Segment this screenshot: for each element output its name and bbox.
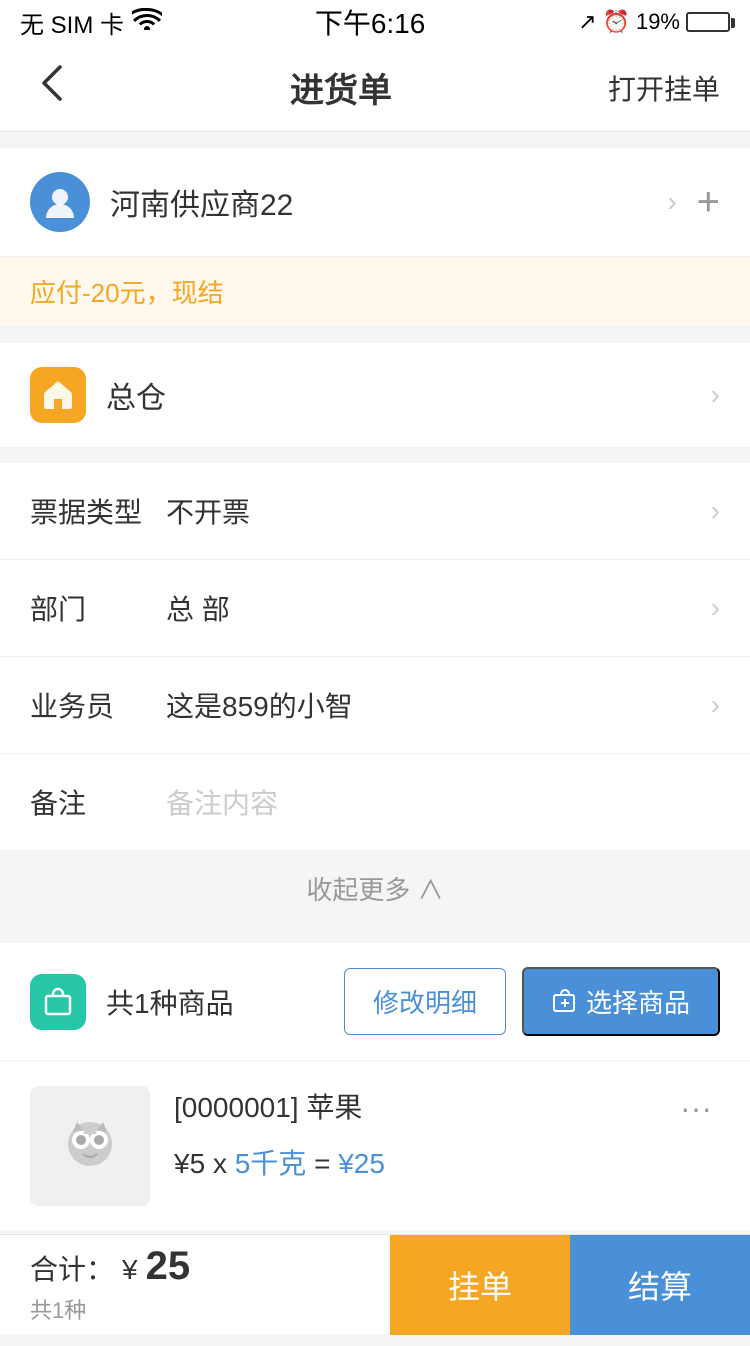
footer-bar: 合计： ¥ 25 共1种 挂单 结算 [0, 1234, 750, 1334]
product-quantity: 5千克 [235, 1148, 307, 1179]
collapse-label: 收起更多 ∧ [306, 875, 443, 905]
warehouse-name: 总仓 [106, 373, 711, 417]
battery-text: 19% [636, 9, 680, 35]
back-button[interactable] [30, 53, 74, 122]
collapse-bar[interactable]: 收起更多 ∧ [0, 850, 750, 927]
product-menu-button[interactable]: ··· [672, 1086, 720, 1131]
warehouse-section: 总仓 › [0, 343, 750, 447]
department-row[interactable]: 部门 总 部 › [0, 560, 750, 657]
total-label-row: 合计： ¥ 25 [30, 1244, 360, 1289]
status-time: 下午6:16 [315, 2, 426, 42]
remark-input[interactable]: 备注内容 [166, 782, 720, 822]
status-carrier: 无 SIM 卡 [20, 5, 162, 40]
select-product-button[interactable]: 选择商品 [522, 967, 720, 1036]
salesman-row[interactable]: 业务员 这是859的小智 › [0, 657, 750, 754]
footer-total: 合计： ¥ 25 共1种 [0, 1244, 390, 1325]
supplier-section: 河南供应商22 › + 应付-20元，现结 [0, 148, 750, 327]
warehouse-chevron-icon: › [711, 379, 720, 411]
carrier-text: 无 SIM 卡 [20, 5, 124, 40]
invoice-label: 票据类型 [30, 491, 150, 531]
add-supplier-button[interactable]: + [697, 180, 720, 225]
department-value: 总 部 [166, 588, 711, 628]
supplier-row[interactable]: 河南供应商22 › + [0, 148, 750, 257]
product-name: [0000001] 苹果 [174, 1086, 672, 1126]
department-label: 部门 [30, 588, 150, 628]
product-total: ¥25 [338, 1148, 385, 1179]
nav-bar: 进货单 打开挂单 [0, 44, 750, 132]
supplier-name: 河南供应商22 [110, 180, 667, 224]
hang-button[interactable]: 挂单 [390, 1235, 570, 1335]
location-icon: ↗ [578, 9, 596, 35]
total-currency: ¥ [122, 1254, 138, 1286]
product-multiply: x [213, 1148, 235, 1179]
wifi-icon [132, 8, 162, 37]
supplier-avatar [30, 172, 90, 232]
invoice-row[interactable]: 票据类型 不开票 › [0, 463, 750, 560]
product-thumb-icon [55, 1106, 125, 1187]
product-item: [0000001] 苹果 ¥5 x 5千克 = ¥25 ··· [0, 1062, 750, 1230]
total-text: 合计： [30, 1248, 114, 1288]
total-sub: 共1种 [30, 1293, 360, 1325]
open-pending-button[interactable]: 打开挂单 [608, 68, 720, 108]
invoice-value: 不开票 [166, 491, 711, 531]
modify-detail-button[interactable]: 修改明细 [344, 968, 506, 1035]
checkout-button[interactable]: 结算 [570, 1235, 750, 1335]
product-price-row: ¥5 x 5千克 = ¥25 [174, 1142, 672, 1182]
supplier-chevron-icon: › [667, 186, 676, 218]
status-icons: ↗ ⏰ 19% [578, 9, 730, 35]
warehouse-row[interactable]: 总仓 › [0, 343, 750, 447]
product-info: [0000001] 苹果 ¥5 x 5千克 = ¥25 [174, 1086, 672, 1182]
products-header: 共1种商品 修改明细 选择商品 [0, 943, 750, 1060]
salesman-label: 业务员 [30, 685, 150, 725]
alarm-icon: ⏰ [603, 9, 630, 35]
product-equals: = [314, 1148, 338, 1179]
remark-row[interactable]: 备注 备注内容 [0, 754, 750, 850]
select-product-label: 选择商品 [586, 983, 690, 1020]
battery-icon [686, 12, 730, 32]
invoice-chevron-icon: › [711, 495, 720, 527]
total-amount: 25 [146, 1244, 191, 1289]
products-count: 共1种商品 [106, 982, 344, 1022]
product-title: 苹果 [306, 1092, 362, 1123]
form-section: 票据类型 不开票 › 部门 总 部 › 业务员 这是859的小智 › 备注 备注… [0, 463, 750, 850]
status-bar: 无 SIM 卡 下午6:16 ↗ ⏰ 19% [0, 0, 750, 44]
remark-label: 备注 [30, 782, 150, 822]
supplier-notice: 应付-20元，现结 [0, 257, 750, 327]
salesman-value: 这是859的小智 [166, 685, 711, 725]
warehouse-icon [30, 367, 86, 423]
product-thumbnail [30, 1086, 150, 1206]
products-icon [30, 974, 86, 1030]
product-unit-price: ¥5 [174, 1148, 205, 1179]
page-title: 进货单 [290, 63, 392, 112]
department-chevron-icon: › [711, 592, 720, 624]
salesman-chevron-icon: › [711, 689, 720, 721]
product-code: [0000001] [174, 1092, 299, 1123]
